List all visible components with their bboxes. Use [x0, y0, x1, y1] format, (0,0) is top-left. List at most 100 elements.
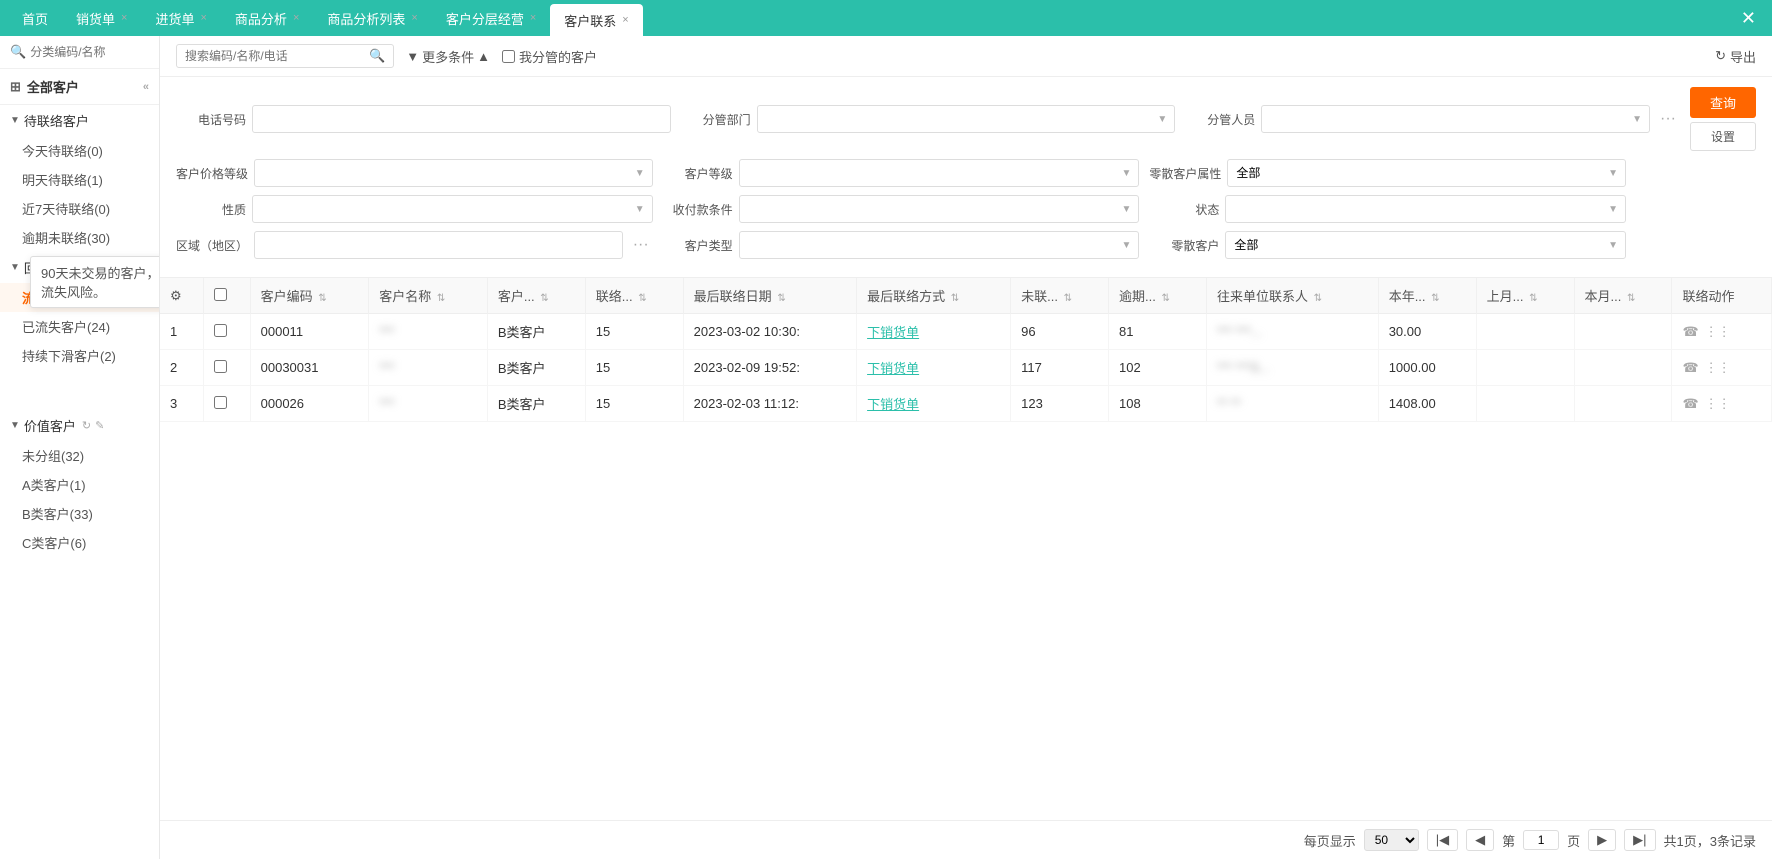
search-input[interactable] — [185, 49, 365, 63]
row-action-2[interactable]: ☎ ⋮⋮ — [1672, 386, 1772, 422]
sort-last-date-icon: ⇅ — [777, 293, 785, 304]
tab-sales[interactable]: 销货单 × — [62, 0, 141, 36]
sidebar-all-customers[interactable]: ⊞ 全部客户 « — [0, 69, 159, 105]
next-page-button[interactable]: ▶ — [1588, 829, 1616, 851]
retail-attr-select[interactable]: 全部 — [1227, 159, 1626, 187]
sidebar-item-7days-pending[interactable]: 近7天待联络(0) — [0, 194, 159, 223]
col-this-year[interactable]: 本年... ⇅ — [1378, 278, 1476, 314]
sidebar-item-class-a[interactable]: A类客户(1) — [0, 470, 159, 499]
action-contact-icon-2[interactable]: ☎ — [1682, 396, 1698, 412]
col-name[interactable]: 客户名称 ⇅ — [369, 278, 488, 314]
sidebar-search-icon: 🔍 — [10, 44, 26, 60]
action-more-icon-2[interactable]: ⋮⋮ — [1705, 396, 1731, 412]
search-button[interactable]: 🔍 — [369, 48, 385, 64]
more-conditions-button[interactable]: ▼ 更多条件 ▲ — [406, 47, 490, 66]
row-action-0[interactable]: ☎ ⋮⋮ — [1672, 314, 1772, 350]
tab-analysis-list-label: 商品分析列表 — [327, 9, 405, 28]
col-type[interactable]: 客户... ⇅ — [487, 278, 585, 314]
sidebar-item-class-c[interactable]: C类客户(6) — [0, 528, 159, 557]
col-contact-count[interactable]: 联络... ⇅ — [585, 278, 683, 314]
last-page-button[interactable]: ▶| — [1624, 829, 1655, 851]
sidebar-search-input[interactable] — [30, 45, 160, 59]
tab-analysis-close[interactable]: × — [293, 12, 299, 24]
col-last-date[interactable]: 最后联络日期 ⇅ — [683, 278, 856, 314]
tab-analysis-list-close[interactable]: × — [411, 12, 417, 24]
customer-type-select[interactable] — [739, 231, 1140, 259]
sidebar-item-churned[interactable]: 已流失客户(24) — [0, 312, 159, 341]
action-more-icon-1[interactable]: ⋮⋮ — [1705, 360, 1731, 376]
price-level-select[interactable] — [254, 159, 653, 187]
sidebar-item-tomorrow-pending[interactable]: 明天待联络(1) — [0, 165, 159, 194]
retail-select[interactable]: 全部 — [1225, 231, 1626, 259]
row-last-date-0: 2023-03-02 10:30: — [683, 314, 856, 350]
sidebar-item-ungrouped[interactable]: 未分组(32) — [0, 441, 159, 470]
row-last-method-1[interactable]: 下销货单 — [857, 350, 1011, 386]
region-input[interactable] — [254, 231, 623, 259]
row-last-method-0[interactable]: 下销货单 — [857, 314, 1011, 350]
export-button[interactable]: ↻ 导出 — [1715, 47, 1756, 66]
sort-this-month-icon: ⇅ — [1627, 293, 1635, 304]
col-settings[interactable]: ⚙ — [160, 278, 204, 314]
select-all-checkbox[interactable] — [214, 288, 227, 301]
nature-select[interactable] — [252, 195, 653, 223]
page-size-select[interactable]: 50 100 200 — [1364, 829, 1419, 851]
sidebar-group-pending-header[interactable]: ▼ 待联络客户 — [0, 105, 159, 136]
row-checkbox-2[interactable] — [204, 386, 250, 422]
first-page-button[interactable]: |◀ — [1427, 829, 1458, 851]
col-contact-person[interactable]: 往来单位联系人 ⇅ — [1206, 278, 1378, 314]
action-more-icon-0[interactable]: ⋮⋮ — [1705, 324, 1731, 340]
row-checkbox-0[interactable] — [204, 314, 250, 350]
tab-analysis[interactable]: 商品分析 × — [221, 0, 313, 36]
sidebar-item-declining[interactable]: 持续下滑客户(2) — [0, 341, 159, 370]
tab-purchase-close[interactable]: × — [200, 12, 206, 24]
row-action-1[interactable]: ☎ ⋮⋮ — [1672, 350, 1772, 386]
sort-this-year-icon: ⇅ — [1431, 293, 1439, 304]
data-table: ⚙ 客户编码 ⇅ 客户名称 ⇅ 客户... ⇅ 联络... ⇅ 最后联络日期 ⇅… — [160, 278, 1772, 422]
my-customers-checkbox-wrap[interactable]: 我分管的客户 — [502, 47, 597, 66]
window-close-button[interactable]: ✕ — [1733, 8, 1764, 29]
sidebar-group-value-header[interactable]: ▼ 价值客户 ↻ ✎ — [0, 410, 159, 441]
price-level-select-wrap: ▼ — [254, 159, 653, 187]
manager-more-button[interactable]: ··· — [1656, 110, 1680, 128]
tab-customer-contact[interactable]: 客户联系 × — [550, 4, 642, 36]
nature-select-wrap: ▼ — [252, 195, 653, 223]
phone-input[interactable] — [252, 105, 671, 133]
page-number-input[interactable] — [1523, 830, 1559, 850]
sidebar-item-today-pending[interactable]: 今天待联络(0) — [0, 136, 159, 165]
action-contact-icon-0[interactable]: ☎ — [1682, 324, 1698, 340]
col-last-method[interactable]: 最后联络方式 ⇅ — [857, 278, 1011, 314]
tab-sales-close[interactable]: × — [121, 12, 127, 24]
settings-button[interactable]: 设置 — [1690, 122, 1756, 151]
col-no-contact[interactable]: 未联... ⇅ — [1011, 278, 1109, 314]
col-last-month[interactable]: 上月... ⇅ — [1476, 278, 1574, 314]
tab-customer-contact-close[interactable]: × — [622, 14, 628, 26]
refresh-icon[interactable]: ↻ — [82, 419, 91, 432]
prev-page-button[interactable]: ◀ — [1466, 829, 1494, 851]
tab-purchase[interactable]: 进货单 × — [141, 0, 220, 36]
dept-select[interactable] — [757, 105, 1176, 133]
tab-sales-label: 销货单 — [76, 9, 115, 28]
row-checkbox-1[interactable] — [204, 350, 250, 386]
tab-analysis-list[interactable]: 商品分析列表 × — [313, 0, 431, 36]
col-code[interactable]: 客户编码 ⇅ — [250, 278, 369, 314]
col-this-month[interactable]: 本月... ⇅ — [1574, 278, 1672, 314]
tab-home[interactable]: 首页 — [8, 0, 62, 36]
tab-customer-tier[interactable]: 客户分层经营 × — [432, 0, 550, 36]
filter-icon: ▼ — [406, 49, 419, 64]
customer-level-select[interactable] — [739, 159, 1140, 187]
payment-select[interactable] — [739, 195, 1140, 223]
row-last-method-2[interactable]: 下销货单 — [857, 386, 1011, 422]
col-overdue[interactable]: 逾期... ⇅ — [1109, 278, 1207, 314]
row-contact-count-1: 15 — [585, 350, 683, 386]
my-customers-checkbox[interactable] — [502, 50, 515, 63]
action-contact-icon-1[interactable]: ☎ — [1682, 360, 1698, 376]
query-button[interactable]: 查询 — [1690, 87, 1756, 118]
row-overdue-2: 108 — [1109, 386, 1207, 422]
edit-icon[interactable]: ✎ — [95, 419, 104, 432]
sidebar-item-class-b[interactable]: B类客户(33) — [0, 499, 159, 528]
status-select[interactable] — [1225, 195, 1626, 223]
tab-customer-tier-close[interactable]: × — [530, 12, 536, 24]
region-more-button[interactable]: ··· — [629, 236, 653, 254]
sidebar-item-overdue-pending[interactable]: 逾期未联络(30) — [0, 223, 159, 252]
manager-select[interactable] — [1261, 105, 1650, 133]
